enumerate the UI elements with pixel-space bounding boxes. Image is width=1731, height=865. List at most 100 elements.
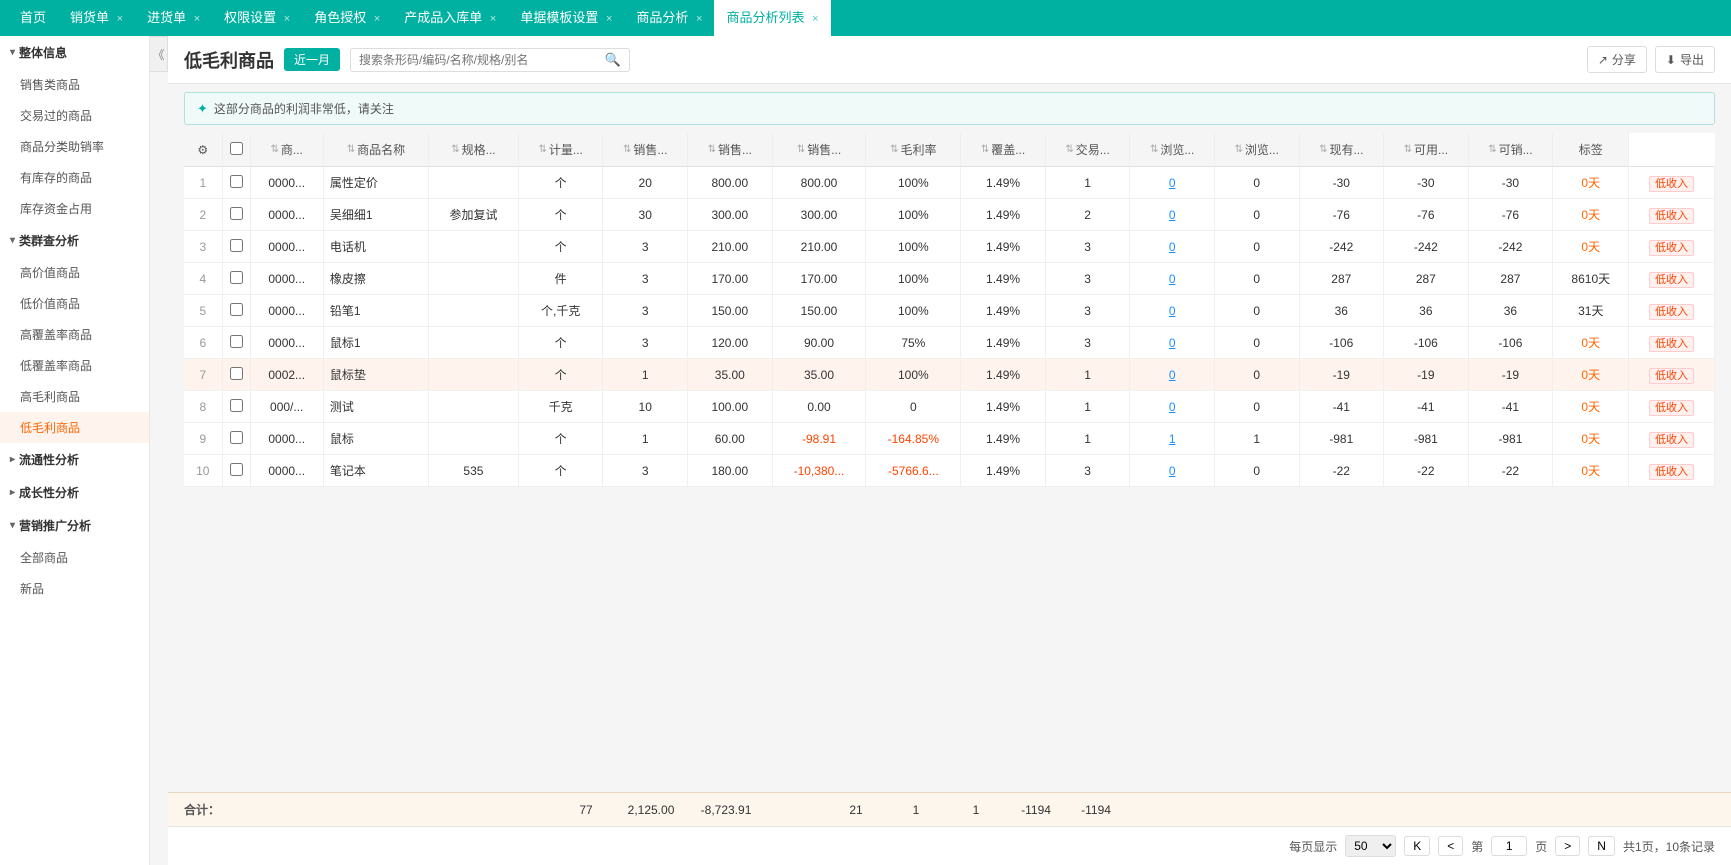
nav-goods-analysis[interactable]: 商品分析 × [624,0,714,36]
col-browse2[interactable]: ⇅浏览... [1214,133,1299,167]
col-profit[interactable]: ⇅毛利率 [866,133,961,167]
sidebar-collapse-button[interactable]: 《 [150,36,168,72]
row-qty: 1 [603,423,688,455]
col-spec[interactable]: ⇅规格... [429,133,519,167]
nav-sales[interactable]: 销货单 × [58,0,135,36]
col-settings[interactable]: ⚙ [184,133,222,167]
row-checkbox[interactable] [222,295,250,327]
nav-role[interactable]: 角色授权 × [302,0,392,36]
sidebar-group-flow[interactable]: ▸流通性分析 [0,443,149,476]
sidebar-item-all-goods[interactable]: 全部商品 [0,542,149,573]
sidebar-group-overall[interactable]: ▾整体信息 [0,36,149,69]
next-page-button[interactable]: > [1555,836,1580,856]
sidebar-item-high-margin[interactable]: 高毛利商品 [0,381,149,412]
row-spec [429,167,519,199]
col-unit[interactable]: ⇅计量... [518,133,603,167]
sidebar-item-traded[interactable]: 交易过的商品 [0,100,149,131]
col-qty[interactable]: ⇅销售... [603,133,688,167]
sidebar-item-high-value[interactable]: 高价值商品 [0,257,149,288]
row-checkbox[interactable] [222,423,250,455]
col-available[interactable]: ⇅可用... [1384,133,1469,167]
col-browse1[interactable]: ⇅浏览... [1130,133,1215,167]
sidebar-item-in-stock[interactable]: 有库存的商品 [0,162,149,193]
row-available: -22 [1384,455,1469,487]
row-browse1[interactable]: 0 [1130,231,1215,263]
row-margin: 1.49% [961,199,1046,231]
row-unit: 个 [518,327,603,359]
row-days: 0天 [1553,199,1629,231]
col-amount[interactable]: ⇅销售... [772,133,866,167]
row-margin: 1.49% [961,455,1046,487]
row-days: 0天 [1553,231,1629,263]
sidebar-group-marketing[interactable]: ▾营销推广分析 [0,509,149,542]
col-trade[interactable]: ⇅交易... [1045,133,1130,167]
col-coverage[interactable]: ⇅覆盖... [961,133,1046,167]
row-checkbox[interactable] [222,231,250,263]
sidebar-group-growth[interactable]: ▸成长性分析 [0,476,149,509]
period-button[interactable]: 近一月 [284,48,340,71]
nav-goods-list[interactable]: 商品分析列表 × [714,0,830,36]
row-checkbox[interactable] [222,455,250,487]
col-tag[interactable]: 标签 [1553,133,1629,167]
sidebar-item-sales-goods[interactable]: 销售类商品 [0,69,149,100]
row-price: 150.00 [688,295,773,327]
col-select-all[interactable] [222,133,250,167]
row-code: 0000... [250,455,323,487]
nav-product-in[interactable]: 产成品入库单 × [392,0,508,36]
page-input[interactable] [1491,836,1527,856]
row-browse1[interactable]: 0 [1130,295,1215,327]
table-row: 2 0000... 吴细细1 参加复试 个 30 300.00 300.00 1… [184,199,1715,231]
row-checkbox[interactable] [222,263,250,295]
sidebar-item-stock-capital[interactable]: 库存资金占用 [0,193,149,224]
sidebar-item-high-coverage[interactable]: 高覆盖率商品 [0,319,149,350]
row-checkbox[interactable] [222,359,250,391]
row-browse1[interactable]: 1 [1130,423,1215,455]
row-checkbox[interactable] [222,199,250,231]
nav-permission[interactable]: 权限设置 × [212,0,302,36]
row-available: -981 [1384,423,1469,455]
table-row: 5 0000... 铅笔1 个,千克 3 150.00 150.00 100% … [184,295,1715,327]
row-checkbox[interactable] [222,391,250,423]
row-num: 4 [184,263,222,295]
row-amount: -10,380... [772,455,866,487]
row-amount: 35.00 [772,359,866,391]
row-browse1[interactable]: 0 [1130,167,1215,199]
nav-template[interactable]: 单据模板设置 × [508,0,624,36]
search-box: 🔍 [350,48,630,72]
sidebar-item-new-goods[interactable]: 新品 [0,573,149,604]
row-tag: 低收入 [1629,295,1715,327]
sidebar-item-category-rate[interactable]: 商品分类助销率 [0,131,149,162]
sidebar-item-low-margin[interactable]: 低毛利商品 [0,412,149,443]
row-browse1[interactable]: 0 [1130,391,1215,423]
row-browse1[interactable]: 0 [1130,455,1215,487]
per-page-select[interactable]: 50 100 200 [1345,835,1396,857]
row-amount: 800.00 [772,167,866,199]
col-price[interactable]: ⇅销售... [688,133,773,167]
col-stock[interactable]: ⇅现有... [1299,133,1384,167]
nav-home[interactable]: 首页 [8,0,58,36]
search-input[interactable] [359,53,605,67]
sidebar-item-low-value[interactable]: 低价值商品 [0,288,149,319]
footer-qty: 77 [556,803,616,817]
row-browse1[interactable]: 0 [1130,263,1215,295]
row-browse1[interactable]: 0 [1130,327,1215,359]
col-code[interactable]: ⇅商... [250,133,323,167]
sidebar-group-cluster[interactable]: ▾类群查分析 [0,224,149,257]
row-coverage: 1 [1045,359,1130,391]
row-checkbox[interactable] [222,167,250,199]
nav-purchase[interactable]: 进货单 × [135,0,212,36]
first-page-button[interactable]: K [1404,836,1430,856]
col-name[interactable]: ⇅商品名称 [323,133,428,167]
row-browse1[interactable]: 0 [1130,199,1215,231]
col-saleable[interactable]: ⇅可销... [1468,133,1553,167]
prev-page-button[interactable]: < [1438,836,1463,856]
row-days: 0天 [1553,327,1629,359]
row-browse1[interactable]: 0 [1130,359,1215,391]
export-button[interactable]: ⬇ 导出 [1655,46,1715,73]
share-button[interactable]: ↗ 分享 [1587,46,1647,73]
row-checkbox[interactable] [222,327,250,359]
last-page-button[interactable]: N [1588,836,1615,856]
sidebar-item-low-coverage[interactable]: 低覆盖率商品 [0,350,149,381]
row-days: 0天 [1553,391,1629,423]
table-row: 3 0000... 电话机 个 3 210.00 210.00 100% 1.4… [184,231,1715,263]
